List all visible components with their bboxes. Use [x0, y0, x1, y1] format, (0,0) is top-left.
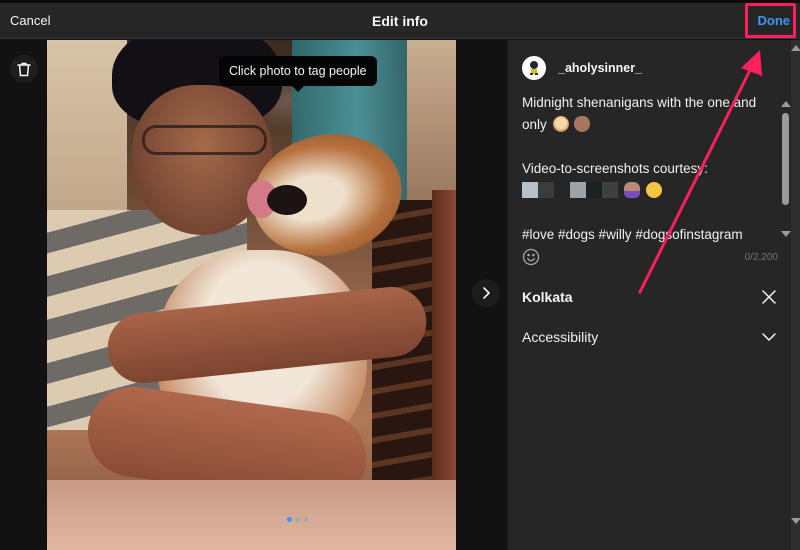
caption-tools: 0/2,200 [522, 248, 778, 268]
carousel-dot[interactable] [303, 517, 308, 522]
avatar-image-icon [530, 61, 538, 75]
caption-hashtags: #love #dogs #willy #dogsofinstagram [522, 227, 743, 242]
photo-region [47, 480, 456, 550]
redacted-block [586, 182, 602, 198]
redacted-block [570, 182, 586, 198]
chevron-right-icon [483, 287, 490, 299]
carousel-dot-active[interactable] [287, 517, 292, 522]
photo-region [142, 125, 267, 155]
post-photo[interactable]: Click photo to tag people [47, 40, 456, 550]
dog-face-emoji [552, 116, 569, 132]
close-icon[interactable] [761, 289, 777, 305]
trash-icon [17, 62, 31, 76]
character-count: 0/2,200 [744, 252, 778, 263]
done-button[interactable]: Done [758, 13, 791, 28]
accessibility-row[interactable]: Accessibility [508, 318, 791, 356]
chevron-down-icon [762, 333, 776, 341]
media-area: Click photo to tag people [0, 40, 507, 550]
scroll-down-arrow[interactable] [781, 231, 791, 237]
scroll-up-arrow[interactable] [781, 101, 791, 107]
redacted-block [522, 182, 538, 198]
redacted-block [554, 182, 570, 198]
hand-gesture-emoji [574, 116, 591, 132]
redacted-block [538, 182, 554, 198]
caption-line: Video-to-screenshots courtesy: [522, 161, 708, 176]
pleading-face-emoji [645, 182, 662, 198]
caption-textarea[interactable]: Midnight shenanigans with the one and on… [522, 92, 772, 246]
location-value: Kolkata [522, 289, 573, 305]
panel-scroll-up-arrow[interactable] [791, 45, 800, 51]
username[interactable]: _aholysinner_ [558, 61, 642, 75]
panel-scroll-down-arrow[interactable] [791, 518, 800, 524]
cancel-button[interactable]: Cancel [10, 13, 50, 28]
redacted-block [602, 182, 618, 198]
panel-scrollbar[interactable] [791, 40, 800, 550]
post-details-panel: _aholysinner_ Midnight shenanigans with … [507, 40, 800, 550]
delete-media-button[interactable] [10, 55, 38, 83]
photo-region [267, 185, 307, 215]
accessibility-label: Accessibility [522, 329, 599, 345]
modal-title: Edit info [372, 13, 428, 29]
modal-header: Cancel Edit info Done [0, 3, 800, 39]
scroll-thumb[interactable] [782, 113, 789, 205]
carousel-dots [287, 517, 308, 522]
folded-hands-emoji [623, 182, 640, 198]
user-row: _aholysinner_ [522, 56, 642, 80]
location-row[interactable]: Kolkata [508, 278, 791, 316]
next-media-button[interactable] [472, 279, 500, 307]
smiley-icon[interactable] [522, 248, 540, 266]
tag-people-tooltip: Click photo to tag people [219, 56, 377, 92]
avatar [522, 56, 546, 80]
carousel-dot[interactable] [295, 517, 300, 522]
